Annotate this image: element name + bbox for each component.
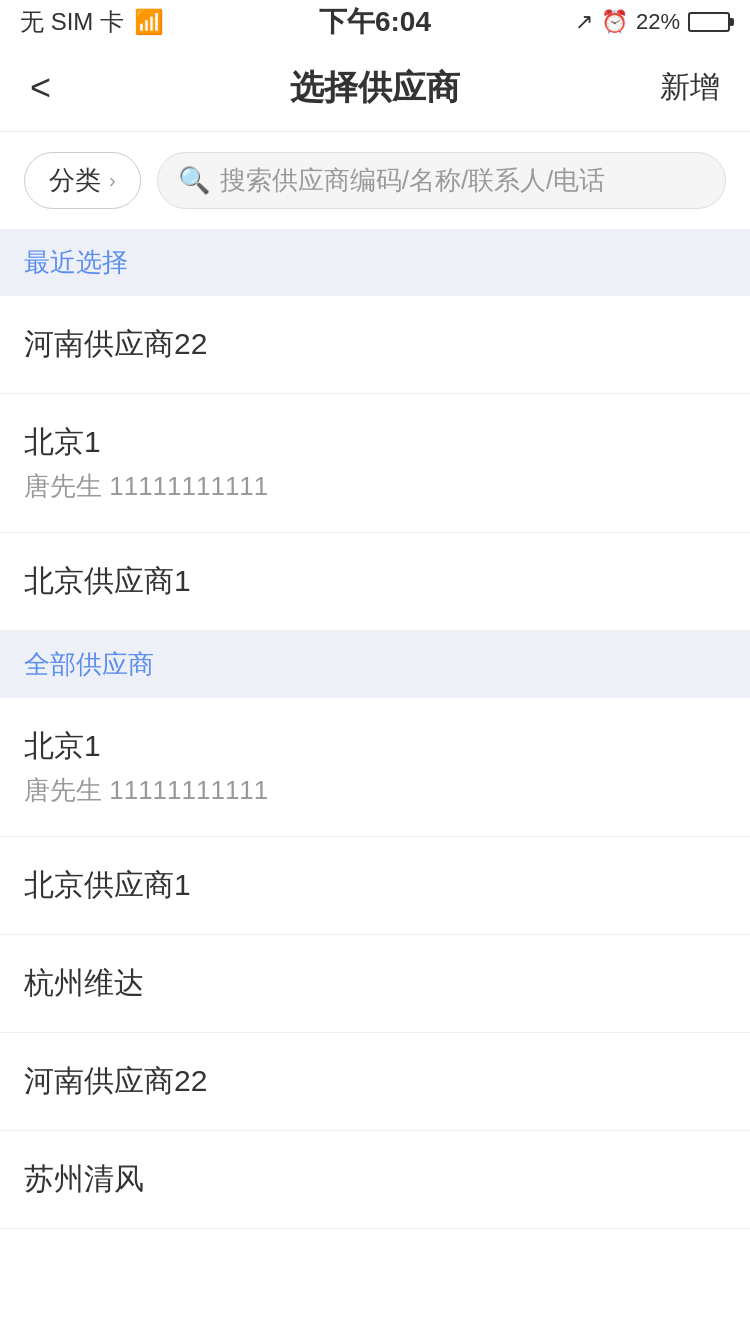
search-box[interactable]: 🔍 搜索供应商编码/名称/联系人/电话 [157,152,726,209]
item-name: 苏州清风 [24,1159,726,1200]
page-title: 选择供应商 [290,65,460,111]
item-name: 杭州维达 [24,963,726,1004]
wifi-icon: 📶 [134,8,164,36]
all-section-header: 全部供应商 [0,631,750,698]
recent-section-label: 最近选择 [24,247,128,277]
list-item[interactable]: 河南供应商22 [0,296,750,394]
search-placeholder: 搜索供应商编码/名称/联系人/电话 [220,163,606,198]
item-sub: 唐先生 11111111111 [24,469,726,504]
back-button[interactable]: < [30,67,90,109]
status-bar: 无 SIM 卡 📶 下午6:04 ↗ ⏰ 22% [0,0,750,44]
status-right: ↗ ⏰ 22% [575,9,730,35]
alarm-icon: ⏰ [601,9,628,35]
recent-section-header: 最近选择 [0,229,750,296]
add-button[interactable]: 新增 [660,67,720,108]
search-icon: 🔍 [178,165,210,196]
item-name: 北京1 [24,726,726,767]
location-icon: ↗ [575,9,593,35]
battery-icon [688,12,730,32]
nav-bar: < 选择供应商 新增 [0,44,750,132]
item-name: 北京供应商1 [24,561,726,602]
carrier-label: 无 SIM 卡 [20,6,124,38]
list-item[interactable]: 北京供应商1 [0,837,750,935]
list-item[interactable]: 苏州清风 [0,1131,750,1229]
list-item[interactable]: 杭州维达 [0,935,750,1033]
battery-percent: 22% [636,9,680,35]
filter-bar: 分类 › 🔍 搜索供应商编码/名称/联系人/电话 [0,132,750,229]
all-section-label: 全部供应商 [24,649,154,679]
item-name: 北京供应商1 [24,865,726,906]
list-item[interactable]: 河南供应商22 [0,1033,750,1131]
all-list: 北京1 唐先生 11111111111 北京供应商1 杭州维达河南供应商22 苏州清风 [0,698,750,1229]
list-item[interactable]: 北京1 唐先生 11111111111 [0,394,750,533]
time-label: 下午6:04 [319,3,431,41]
item-sub: 唐先生 11111111111 [24,773,726,808]
status-left: 无 SIM 卡 📶 [20,6,164,38]
item-name: 河南供应商22 [24,1061,726,1102]
chevron-right-icon: › [109,169,116,192]
item-name: 河南供应商22 [24,324,726,365]
list-item[interactable]: 北京1 唐先生 11111111111 [0,698,750,837]
recent-list: 河南供应商22 北京1 唐先生 11111111111 北京供应商1 [0,296,750,631]
category-label: 分类 [49,163,101,198]
list-item[interactable]: 北京供应商1 [0,533,750,631]
category-button[interactable]: 分类 › [24,152,141,209]
item-name: 北京1 [24,422,726,463]
